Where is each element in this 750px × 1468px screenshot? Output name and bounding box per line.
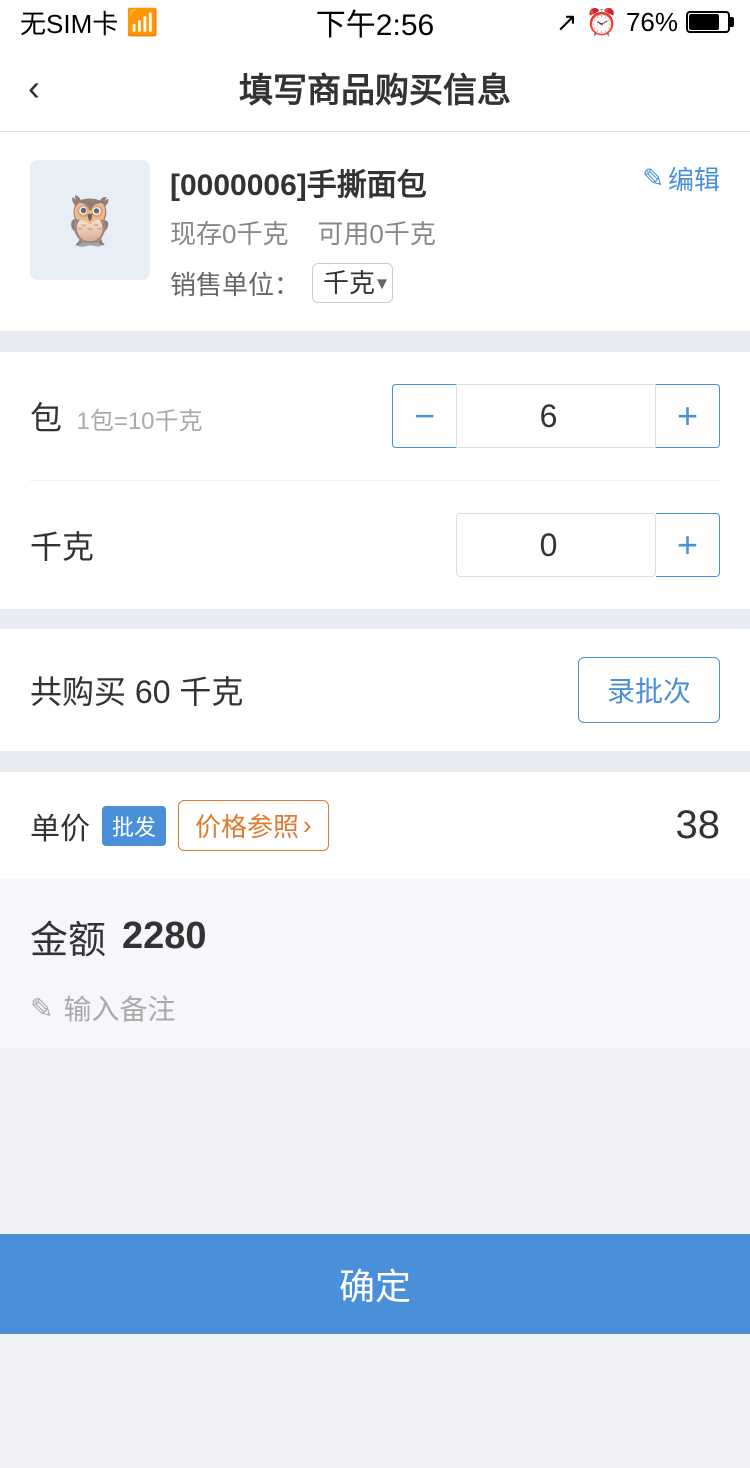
section-divider-3 bbox=[0, 751, 750, 771]
amount-value: 2280 bbox=[122, 915, 207, 958]
edit-button[interactable]: ✎ 编辑 bbox=[642, 160, 720, 197]
confirm-button[interactable]: 确定 bbox=[0, 1234, 750, 1334]
section-divider-1 bbox=[0, 332, 750, 352]
kg-quantity-control: + bbox=[456, 513, 720, 577]
remark-placeholder: 输入备注 bbox=[63, 988, 175, 1028]
product-stock: 现存0千克 可用0千克 bbox=[170, 214, 720, 251]
nav-bar: ‹ 填写商品购买信息 bbox=[0, 44, 750, 132]
amount-label: 金额 bbox=[30, 909, 106, 964]
wifi-icon: 📶 bbox=[126, 7, 158, 38]
kg-label-group: 千克 bbox=[30, 522, 94, 568]
section-divider-2 bbox=[0, 609, 750, 629]
battery-icon bbox=[686, 11, 730, 33]
kg-label: 千克 bbox=[30, 529, 94, 565]
kg-plus-button[interactable]: + bbox=[656, 513, 720, 577]
pack-quantity-row: 包 1包=10千克 − + bbox=[30, 352, 720, 481]
price-label: 单价 bbox=[30, 804, 90, 848]
amount-row: 金额 2280 bbox=[30, 909, 720, 964]
quantity-section: 包 1包=10千克 − + 千克 + bbox=[0, 352, 750, 609]
remark-row[interactable]: ✎ 输入备注 bbox=[30, 988, 720, 1048]
page-title: 填写商品购买信息 bbox=[239, 63, 511, 112]
amount-section: 金额 2280 ✎ 输入备注 bbox=[0, 879, 750, 1048]
pack-label-group: 包 1包=10千克 bbox=[30, 393, 203, 439]
status-time: 下午2:56 bbox=[316, 0, 434, 44]
product-thumbnail: 🦉 bbox=[30, 160, 150, 280]
price-ref-button[interactable]: 价格参照 › bbox=[178, 800, 329, 851]
price-batch-tag: 批发 bbox=[102, 806, 166, 846]
edit-label: 编辑 bbox=[668, 160, 720, 197]
pack-quantity-input[interactable] bbox=[456, 384, 656, 448]
remark-pencil-icon: ✎ bbox=[30, 992, 53, 1025]
price-ref-label: 价格参照 bbox=[195, 807, 299, 844]
product-card: 🦉 [0000006]手撕面包 现存0千克 可用0千克 销售单位： 千克 ✎ 编… bbox=[0, 132, 750, 332]
kg-quantity-input[interactable] bbox=[456, 513, 656, 577]
pack-hint: 1包=10千克 bbox=[76, 408, 202, 435]
price-section: 单价 批发 价格参照 › 38 bbox=[0, 771, 750, 879]
price-ref-arrow: › bbox=[303, 810, 312, 841]
status-right: ↗ ⏰ 76% bbox=[556, 7, 730, 38]
alarm-icon: ⏰ bbox=[586, 7, 618, 38]
location-icon: ↗ bbox=[556, 7, 578, 38]
battery-label: 76% bbox=[626, 7, 678, 38]
pack-minus-button[interactable]: − bbox=[392, 384, 456, 448]
back-button[interactable]: ‹ bbox=[28, 67, 40, 109]
pack-plus-button[interactable]: + bbox=[656, 384, 720, 448]
price-value: 38 bbox=[676, 803, 721, 848]
available-label: 可用0千克 bbox=[317, 219, 435, 249]
carrier-label: 无SIM卡 bbox=[20, 4, 118, 41]
status-left: 无SIM卡 📶 bbox=[20, 4, 159, 41]
product-unit-row: 销售单位： 千克 bbox=[170, 263, 720, 303]
kg-quantity-row: 千克 + bbox=[30, 481, 720, 609]
unit-select-wrapper[interactable]: 千克 bbox=[312, 263, 393, 303]
status-bar: 无SIM卡 📶 下午2:56 ↗ ⏰ 76% bbox=[0, 0, 750, 44]
pack-label: 包 bbox=[30, 400, 62, 436]
product-thumb-icon: 🦉 bbox=[60, 192, 120, 249]
batch-button[interactable]: 录批次 bbox=[578, 657, 720, 723]
stock-label: 现存0千克 bbox=[170, 219, 288, 249]
product-name: [0000006]手撕面包 bbox=[170, 160, 720, 204]
unit-select[interactable]: 千克 bbox=[312, 263, 393, 303]
summary-section: 共购买 60 千克 录批次 bbox=[0, 629, 750, 751]
summary-text: 共购买 60 千克 bbox=[30, 667, 243, 713]
unit-prefix-label: 销售单位： bbox=[170, 265, 300, 302]
product-info: [0000006]手撕面包 现存0千克 可用0千克 销售单位： 千克 bbox=[170, 160, 720, 303]
pack-quantity-control: − + bbox=[392, 384, 720, 448]
edit-pencil-icon: ✎ bbox=[642, 163, 664, 194]
price-left: 单价 批发 价格参照 › bbox=[30, 800, 329, 851]
